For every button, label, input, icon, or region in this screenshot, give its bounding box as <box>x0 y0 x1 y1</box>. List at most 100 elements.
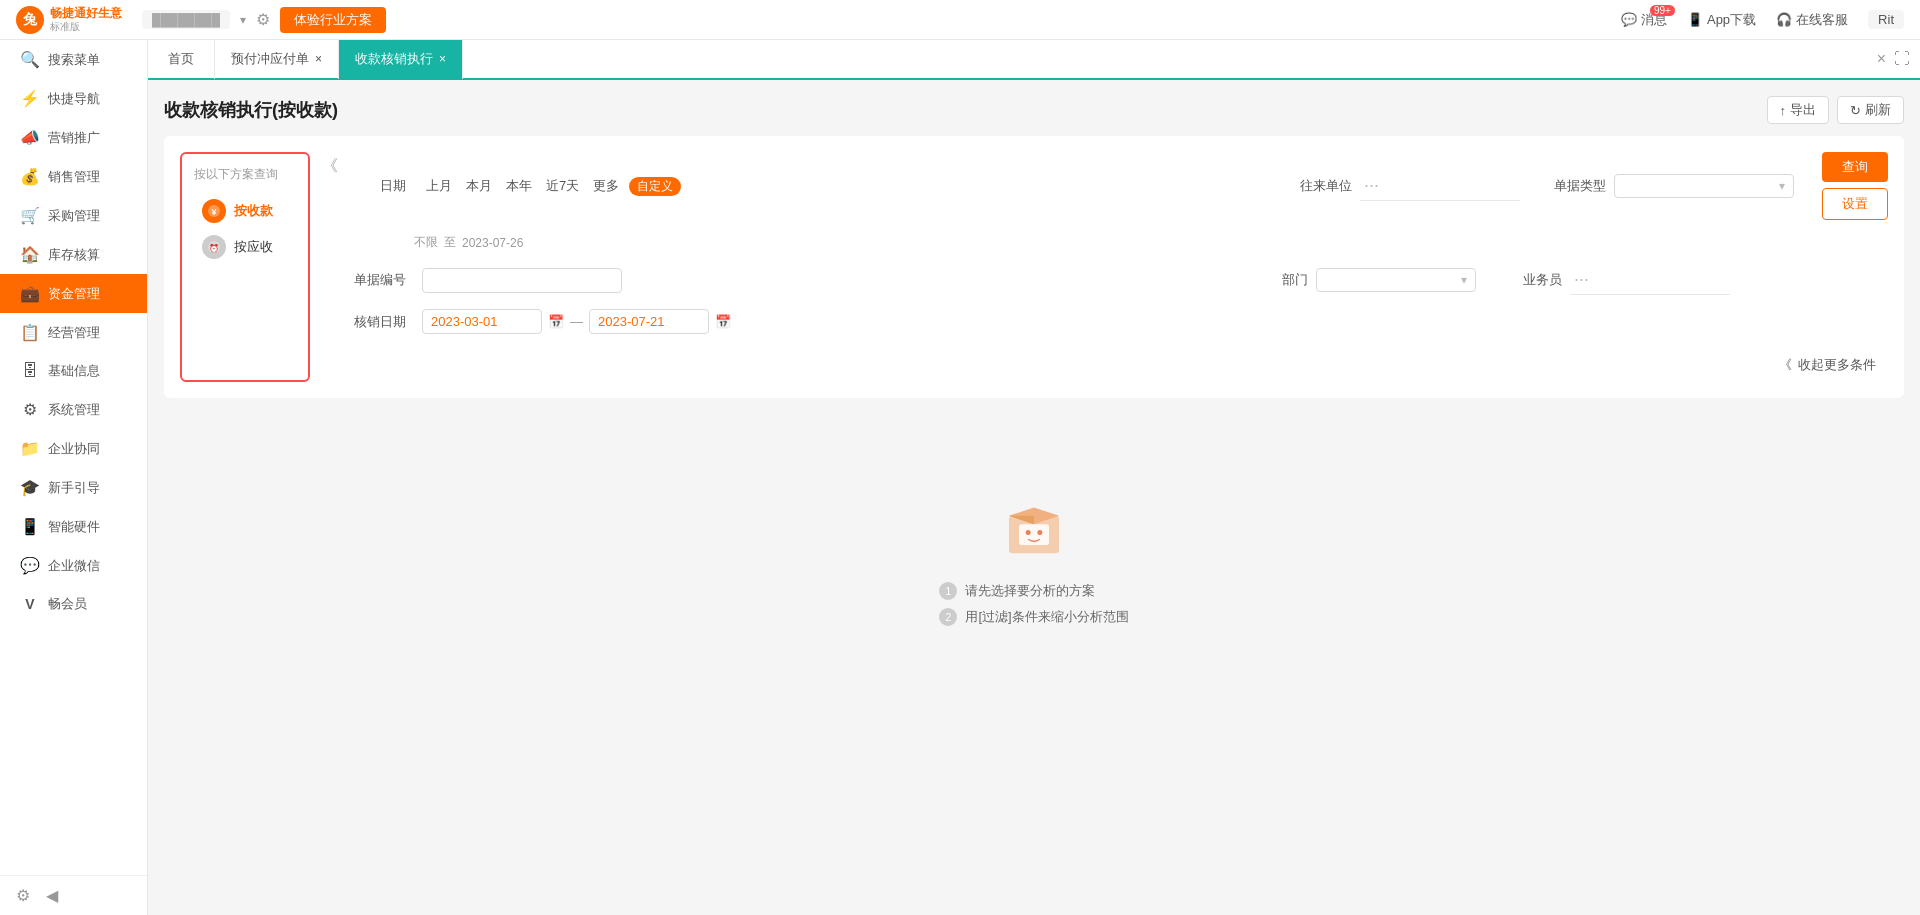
collapse-more-row: 《 收起更多条件 <box>350 348 1888 382</box>
main-layout: 🔍 搜索菜单 ⚡ 快捷导航 📣 营销推广 💰 销售管理 🛒 采购管理 🏠 库存核… <box>0 40 1920 915</box>
company-dropdown-arrow[interactable]: ▾ <box>240 13 246 27</box>
export-label: 导出 <box>1790 101 1816 119</box>
collapse-more-label: 收起更多条件 <box>1798 356 1876 374</box>
writeoff-date-end-calendar-icon[interactable]: 📅 <box>715 314 731 329</box>
online-service-label: 在线客服 <box>1796 11 1848 29</box>
filter-option-receipt[interactable]: ¥ 按收款 <box>194 193 296 229</box>
message-badge: 99+ <box>1650 5 1675 16</box>
sidebar-collapse-icon[interactable]: ◀ <box>46 886 58 905</box>
staff-label: 业务员 <box>1506 271 1562 289</box>
search-icon: 🔍 <box>20 50 40 69</box>
date-hint-value: 2023-07-26 <box>462 236 523 250</box>
operation-icon: 📋 <box>20 323 40 342</box>
doctype-field: 单据类型 ▾ <box>1550 174 1794 198</box>
tab-writeoff-label: 收款核销执行 <box>355 50 433 68</box>
user-menu[interactable]: Rit <box>1868 10 1904 29</box>
settings-button[interactable]: 设置 <box>1822 188 1888 220</box>
docno-input[interactable] <box>422 268 622 293</box>
sidebar-item-hardware[interactable]: 📱 智能硬件 <box>0 507 147 546</box>
department-select[interactable]: ▾ <box>1316 268 1476 292</box>
collapse-more-btn[interactable]: 《 收起更多条件 <box>1767 352 1888 378</box>
sidebar-item-system[interactable]: ⚙ 系统管理 <box>0 390 147 429</box>
finance-icon: 💼 <box>20 284 40 303</box>
sidebar-item-label: 系统管理 <box>48 401 100 419</box>
purchase-icon: 🛒 <box>20 206 40 225</box>
filter-option-receipt-label: 按收款 <box>234 202 273 220</box>
tab-prepay[interactable]: 预付冲应付单 × <box>215 40 339 79</box>
writeoff-date-range: 📅 — 📅 <box>422 309 731 334</box>
filter-scheme-sidebar: 按以下方案查询 ¥ 按收款 <box>180 152 310 382</box>
tab-prepay-close[interactable]: × <box>315 52 322 66</box>
page-title: 收款核销执行(按收款) <box>164 98 338 122</box>
sidebar-item-member[interactable]: V 畅会员 <box>0 585 147 623</box>
date-btn-lastmonth[interactable]: 上月 <box>422 175 456 197</box>
date-quick-btns: 上月 本月 本年 近7天 更多 自定义 <box>422 175 681 197</box>
svg-text:¥: ¥ <box>211 207 216 217</box>
export-button[interactable]: ↑ 导出 <box>1767 96 1830 124</box>
sidebar-item-finance[interactable]: 💼 资金管理 <box>0 274 147 313</box>
docno-label: 单据编号 <box>350 271 406 289</box>
page-header: 收款核销执行(按收款) ↑ 导出 ↻ 刷新 <box>164 96 1904 124</box>
sidebar-item-newbie[interactable]: 🎓 新手引导 <box>0 468 147 507</box>
app-download[interactable]: 📱 App下载 <box>1687 11 1756 29</box>
counterpart-dots[interactable]: ··· <box>1360 171 1520 201</box>
hardware-icon: 📱 <box>20 517 40 536</box>
sidebar-item-enterprise[interactable]: 📁 企业协同 <box>0 429 147 468</box>
svg-text:⏰: ⏰ <box>209 243 219 253</box>
writeoff-date-start-calendar-icon[interactable]: 📅 <box>548 314 564 329</box>
sidebar-item-weixin[interactable]: 💬 企业微信 <box>0 546 147 585</box>
sidebar-item-operation[interactable]: 📋 经营管理 <box>0 313 147 352</box>
sidebar-item-purchase[interactable]: 🛒 采购管理 <box>0 196 147 235</box>
date-btn-thismonth[interactable]: 本月 <box>462 175 496 197</box>
chevron-up-icon: 《 <box>1779 356 1792 374</box>
tab-writeoff-close[interactable]: × <box>439 52 446 66</box>
tab-receivable-writeoff[interactable]: 收款核销执行 × <box>339 40 463 79</box>
settings-icon[interactable]: ⚙ <box>256 10 270 29</box>
tab-window-close[interactable]: × <box>1877 50 1886 68</box>
sidebar-item-search[interactable]: 🔍 搜索菜单 <box>0 40 147 79</box>
page-content: 收款核销执行(按收款) ↑ 导出 ↻ 刷新 按以下方案查询 <box>148 80 1920 915</box>
logo-icon: 兔 <box>16 6 44 34</box>
doctype-select[interactable]: ▾ <box>1614 174 1794 198</box>
empty-state: 1 请先选择要分析的方案 2 用[过滤]条件来缩小分析范围 <box>164 410 1904 686</box>
sidebar-settings-icon[interactable]: ⚙ <box>16 886 30 905</box>
writeoff-date-start[interactable] <box>422 309 542 334</box>
date-hint-row: 不限 至 2023-07-26 <box>350 234 1888 251</box>
staff-dots[interactable]: ··· <box>1570 265 1730 295</box>
industry-btn[interactable]: 体验行业方案 <box>280 7 386 33</box>
date-btn-thisyear[interactable]: 本年 <box>502 175 536 197</box>
basic-icon: 🗄 <box>20 362 40 380</box>
dept-and-staff: 部门 ▾ 业务员 ··· <box>1252 265 1730 295</box>
sidebar-item-quick[interactable]: ⚡ 快捷导航 <box>0 79 147 118</box>
filter-option-receivable[interactable]: ⏰ 按应收 <box>194 229 296 265</box>
refresh-icon: ↻ <box>1850 103 1861 118</box>
tab-home-label: 首页 <box>168 50 194 68</box>
top-bar: 兔 畅捷通好生意 标准版 ████████ ▾ ⚙ 体验行业方案 💬 消息 99… <box>0 0 1920 40</box>
doctype-arrow-icon: ▾ <box>1779 179 1785 193</box>
date-custom-tag[interactable]: 自定义 <box>629 177 681 196</box>
empty-tip-1: 1 请先选择要分析的方案 <box>939 582 1128 600</box>
tab-window-expand[interactable]: ⛶ <box>1894 50 1910 68</box>
refresh-button[interactable]: ↻ 刷新 <box>1837 96 1904 124</box>
sidebar-item-inventory[interactable]: 🏠 库存核算 <box>0 235 147 274</box>
sidebar-item-basic[interactable]: 🗄 基础信息 <box>0 352 147 390</box>
company-selector[interactable]: ████████ <box>142 10 230 29</box>
date-btn-7days[interactable]: 近7天 <box>542 175 583 197</box>
message-area[interactable]: 💬 消息 99+ <box>1621 11 1667 29</box>
filter-row-2: 单据编号 部门 ▾ 业务员 <box>350 265 1888 295</box>
app-logo: 兔 畅捷通好生意 标准版 <box>16 6 122 34</box>
sidebar-item-sales[interactable]: 💰 销售管理 <box>0 157 147 196</box>
company-name-text: ████████ <box>152 13 220 27</box>
app-icon: 📱 <box>1687 12 1703 27</box>
tip-text-1: 请先选择要分析的方案 <box>965 582 1095 600</box>
tab-home[interactable]: 首页 <box>148 40 215 79</box>
sidebar-item-marketing[interactable]: 📣 营销推广 <box>0 118 147 157</box>
online-service[interactable]: 🎧 在线客服 <box>1776 11 1848 29</box>
filter-row-1: 日期 上月 本月 本年 近7天 更多 自定义 往来单位 ·· <box>350 152 1888 220</box>
date-btn-more[interactable]: 更多 <box>589 175 623 197</box>
empty-tip-2: 2 用[过滤]条件来缩小分析范围 <box>939 608 1128 626</box>
sales-icon: 💰 <box>20 167 40 186</box>
filter-sidebar-collapse-btn[interactable]: 《 <box>322 156 338 177</box>
writeoff-date-end[interactable] <box>589 309 709 334</box>
query-button[interactable]: 查询 <box>1822 152 1888 182</box>
